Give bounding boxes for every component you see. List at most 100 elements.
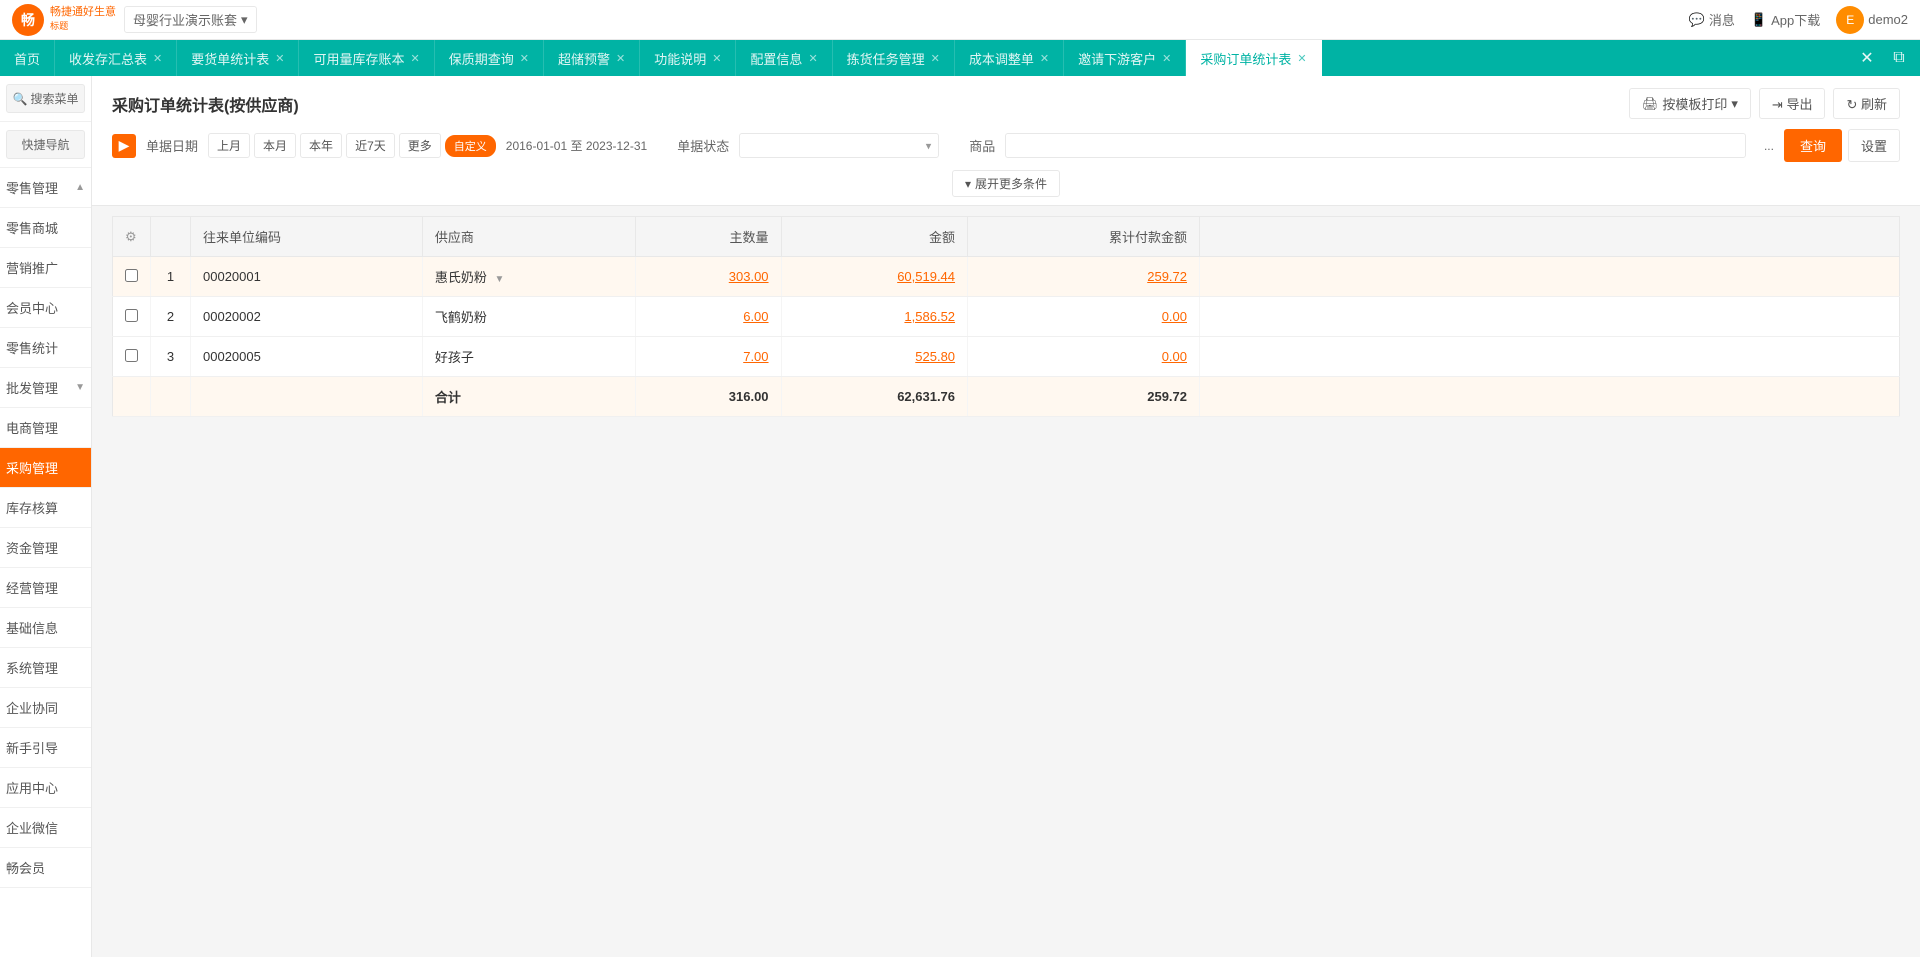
- row-check[interactable]: [113, 297, 151, 337]
- paid-link[interactable]: 259.72: [1147, 269, 1187, 284]
- tab-yaoqing[interactable]: 邀请下游客户 ✕: [1064, 40, 1186, 76]
- sidebar-item-retail-manage[interactable]: 零售管理 ▲: [0, 168, 91, 208]
- footer-supplier: 合计: [422, 377, 635, 417]
- print-button[interactable]: 🖨 按模板打印 ▾: [1629, 88, 1751, 119]
- th-paid: 累计付款金额: [968, 217, 1200, 257]
- sidebar-item-operations[interactable]: 经营管理: [0, 568, 91, 608]
- footer-seq: [151, 377, 191, 417]
- date-this-month-button[interactable]: 本月: [254, 133, 296, 158]
- close-icon[interactable]: ✕: [931, 52, 940, 65]
- tab-chaochu[interactable]: 超储预警 ✕: [544, 40, 640, 76]
- tab-label: 拣货任务管理: [847, 49, 925, 68]
- qty-link[interactable]: 7.00: [743, 349, 768, 364]
- page-header: 采购订单统计表(按供应商) 🖨 按模板打印 ▾ ⇥ 导出 ↻ 刷新: [92, 76, 1920, 206]
- export-button[interactable]: ⇥ 导出: [1759, 88, 1826, 119]
- table-header-row: ⚙ 往来单位编码 供应商 主数量 金额 累计付款金额: [113, 217, 1900, 257]
- row-check[interactable]: [113, 257, 151, 297]
- close-icon[interactable]: ✕: [411, 52, 420, 65]
- close-icon[interactable]: ✕: [275, 52, 284, 65]
- paid-link[interactable]: 0.00: [1162, 349, 1187, 364]
- status-select[interactable]: [739, 133, 939, 158]
- date-this-year-button[interactable]: 本年: [300, 133, 342, 158]
- amount-link[interactable]: 525.80: [915, 349, 955, 364]
- sidebar-item-marketing[interactable]: 营销推广: [0, 248, 91, 288]
- qty-link[interactable]: 303.00: [729, 269, 769, 284]
- tab-chengben[interactable]: 成本调整单 ✕: [955, 40, 1064, 76]
- search-icon: 🔍: [13, 92, 28, 106]
- date-7days-button[interactable]: 近7天: [346, 133, 395, 158]
- close-window-button[interactable]: ✕: [1854, 45, 1880, 71]
- paid-link[interactable]: 0.00: [1162, 309, 1187, 324]
- filter-row: ▶ 单据日期 上月 本月 本年 近7天 更多 自定义 2016-01-01 至 …: [112, 129, 1900, 162]
- more-options-button[interactable]: ...: [1764, 139, 1774, 153]
- sidebar-item-label: 企业协同: [6, 698, 58, 717]
- sidebar-item-label: 应用中心: [6, 778, 58, 797]
- qty-link[interactable]: 6.00: [743, 309, 768, 324]
- row-checkbox[interactable]: [125, 309, 138, 322]
- close-icon[interactable]: ✕: [712, 52, 721, 65]
- row-checkbox[interactable]: [125, 349, 138, 362]
- tab-keyongliang[interactable]: 可用量库存账本 ✕: [299, 40, 434, 76]
- sidebar-item-app-center[interactable]: 应用中心: [0, 768, 91, 808]
- sidebar-item-member[interactable]: 会员中心: [0, 288, 91, 328]
- sidebar-item-label: 新手引导: [6, 738, 58, 757]
- restore-window-button[interactable]: ⧉: [1886, 45, 1912, 71]
- tab-caigou-active[interactable]: 采购订单统计表 ✕: [1186, 40, 1321, 76]
- row-check[interactable]: [113, 337, 151, 377]
- sidebar-item-retail-mall[interactable]: 零售商城: [0, 208, 91, 248]
- sidebar-item-system[interactable]: 系统管理: [0, 648, 91, 688]
- sidebar-item-newbie[interactable]: 新手引导: [0, 728, 91, 768]
- tab-home[interactable]: 首页: [0, 40, 55, 76]
- date-custom-button[interactable]: 自定义: [445, 135, 496, 157]
- date-last-month-button[interactable]: 上月: [208, 133, 250, 158]
- sidebar-item-enterprise[interactable]: 企业协同: [0, 688, 91, 728]
- expand-more-conditions-button[interactable]: ▾ 展开更多条件: [952, 170, 1060, 197]
- expand-row-icon[interactable]: ▼: [495, 274, 505, 285]
- tab-baozhi[interactable]: 保质期查询 ✕: [435, 40, 544, 76]
- table-row: 3 00020005 好孩子 7.00 525.80 0.00: [113, 337, 1900, 377]
- sidebar-item-basic[interactable]: 基础信息: [0, 608, 91, 648]
- close-icon[interactable]: ✕: [808, 52, 817, 65]
- user-profile[interactable]: E demo2: [1836, 6, 1908, 34]
- tab-shoufacun[interactable]: 收发存汇总表 ✕: [55, 40, 177, 76]
- sidebar-item-finance[interactable]: 资金管理: [0, 528, 91, 568]
- row-extra: [1200, 337, 1900, 377]
- column-settings-icon[interactable]: ⚙: [125, 229, 137, 244]
- date-more-button[interactable]: 更多: [399, 133, 441, 158]
- message-button[interactable]: 💬 消息: [1689, 10, 1735, 29]
- query-button[interactable]: 查询: [1784, 129, 1842, 162]
- tab-label: 配置信息: [750, 49, 802, 68]
- logo-icon: 畅: [12, 4, 44, 36]
- close-icon[interactable]: ✕: [1162, 52, 1171, 65]
- sidebar-item-member-vip[interactable]: 畅会员: [0, 848, 91, 888]
- close-icon[interactable]: ✕: [153, 52, 162, 65]
- amount-link[interactable]: 1,586.52: [904, 309, 955, 324]
- company-selector[interactable]: 母婴行业演示账套 ▾: [124, 6, 257, 33]
- search-menu-button[interactable]: 🔍 搜索菜单: [6, 84, 85, 113]
- close-icon[interactable]: ✕: [616, 52, 625, 65]
- close-icon[interactable]: ✕: [520, 52, 529, 65]
- goods-search-input[interactable]: [1005, 133, 1746, 158]
- sidebar-item-wholesale[interactable]: 批发管理 ▼: [0, 368, 91, 408]
- th-code: 往来单位编码: [191, 217, 423, 257]
- tab-gongneng[interactable]: 功能说明 ✕: [640, 40, 736, 76]
- expand-icon: ▲: [75, 182, 85, 193]
- sidebar-item-purchase[interactable]: 采购管理: [0, 448, 91, 488]
- filter-toggle-button[interactable]: ▶: [112, 134, 136, 158]
- quick-nav-button[interactable]: 快捷导航: [6, 130, 85, 159]
- sidebar-item-inventory[interactable]: 库存核算: [0, 488, 91, 528]
- tab-peizhi[interactable]: 配置信息 ✕: [736, 40, 832, 76]
- tab-jianhuo[interactable]: 拣货任务管理 ✕: [833, 40, 955, 76]
- app-download-button[interactable]: 📱 App下载: [1751, 10, 1820, 29]
- close-icon[interactable]: ✕: [1297, 52, 1306, 65]
- settings-button[interactable]: 设置: [1848, 129, 1900, 162]
- sidebar-item-ecommerce[interactable]: 电商管理: [0, 408, 91, 448]
- amount-link[interactable]: 60,519.44: [897, 269, 955, 284]
- sidebar-item-retail-stats[interactable]: 零售统计: [0, 328, 91, 368]
- sidebar-item-wechat[interactable]: 企业微信: [0, 808, 91, 848]
- search-menu-label: 搜索菜单: [30, 90, 78, 107]
- refresh-button[interactable]: ↻ 刷新: [1833, 88, 1900, 119]
- row-checkbox[interactable]: [125, 269, 138, 282]
- tab-yaohuo[interactable]: 要货单统计表 ✕: [177, 40, 299, 76]
- close-icon[interactable]: ✕: [1040, 52, 1049, 65]
